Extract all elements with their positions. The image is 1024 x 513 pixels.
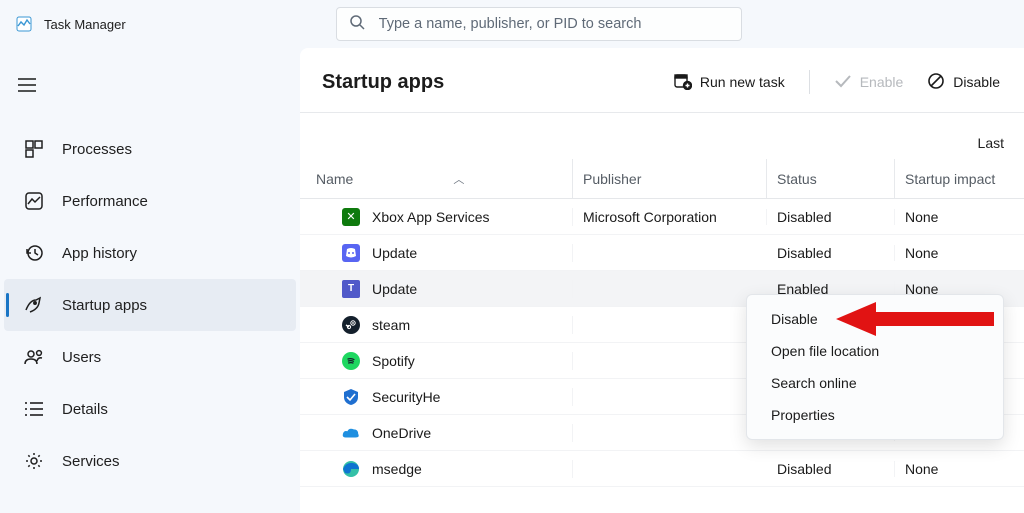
sidebar-item-performance[interactable]: Performance bbox=[4, 175, 296, 227]
cell-name: msedge bbox=[372, 461, 422, 477]
sidebar-item-label: Processes bbox=[62, 141, 132, 158]
onedrive-icon bbox=[342, 424, 360, 442]
app-icon bbox=[14, 14, 34, 34]
column-label: Status bbox=[777, 171, 817, 187]
column-header-status[interactable]: Status bbox=[767, 159, 895, 198]
users-icon bbox=[24, 348, 44, 366]
startup-icon bbox=[24, 296, 44, 314]
spotify-icon bbox=[342, 352, 360, 370]
column-label: Startup impact bbox=[905, 171, 995, 187]
table-row[interactable]: Update DisabledNone bbox=[300, 235, 1024, 271]
sidebar-item-startup-apps[interactable]: Startup apps bbox=[4, 279, 296, 331]
sidebar-item-label: Startup apps bbox=[62, 297, 147, 314]
cell-status: Disabled bbox=[767, 245, 895, 261]
cell-status: Disabled bbox=[767, 209, 895, 225]
cell-name: steam bbox=[372, 317, 410, 333]
table-row[interactable]: msedge DisabledNone bbox=[300, 451, 1024, 487]
disable-icon bbox=[927, 72, 945, 93]
last-label: Last bbox=[300, 113, 1024, 159]
cell-name: Update bbox=[372, 281, 417, 297]
sidebar-item-label: Services bbox=[62, 453, 120, 470]
column-label: Publisher bbox=[583, 171, 641, 187]
cell-status: Disabled bbox=[767, 461, 895, 477]
cell-name: Xbox App Services bbox=[372, 209, 490, 225]
sidebar-item-label: Performance bbox=[62, 193, 148, 210]
sort-caret-icon: ︿ bbox=[453, 171, 464, 187]
sidebar-item-processes[interactable]: Processes bbox=[4, 123, 296, 175]
context-menu-disable[interactable]: Disable bbox=[747, 303, 1003, 335]
edge-icon bbox=[342, 460, 360, 478]
sidebar-item-label: Details bbox=[62, 401, 108, 418]
cell-impact: None bbox=[895, 209, 1024, 225]
column-header-name[interactable]: Name ︿ bbox=[300, 159, 573, 198]
sidebar-item-label: Users bbox=[62, 349, 101, 366]
content-header: Startup apps Run new task Enable Disable bbox=[300, 48, 1024, 113]
context-menu: Disable Open file location Search online… bbox=[746, 294, 1004, 440]
button-label: Disable bbox=[953, 74, 1000, 90]
context-menu-open-file-location[interactable]: Open file location bbox=[747, 335, 1003, 367]
search-icon bbox=[349, 14, 365, 35]
column-header-impact[interactable]: Startup impact bbox=[895, 159, 1024, 198]
title-bar: Task Manager bbox=[0, 0, 1024, 48]
search-box[interactable] bbox=[336, 7, 742, 41]
toolbar: Run new task Enable Disable bbox=[674, 70, 1000, 94]
sidebar-item-label: App history bbox=[62, 245, 137, 262]
xbox-icon: ✕ bbox=[342, 208, 360, 226]
context-menu-search-online[interactable]: Search online bbox=[747, 367, 1003, 399]
context-menu-properties[interactable]: Properties bbox=[747, 399, 1003, 431]
cell-name: OneDrive bbox=[372, 425, 431, 441]
cell-publisher: Microsoft Corporation bbox=[573, 209, 767, 225]
cell-name: Update bbox=[372, 245, 417, 261]
cell-name: SecurityHe bbox=[372, 389, 440, 405]
grid-icon bbox=[24, 140, 44, 158]
table-header: Name ︿ Publisher Status Startup impact bbox=[300, 159, 1024, 199]
sidebar: Processes Performance App history Startu… bbox=[0, 48, 300, 513]
column-header-publisher[interactable]: Publisher bbox=[573, 159, 767, 198]
cell-impact: None bbox=[895, 245, 1024, 261]
app-title: Task Manager bbox=[44, 17, 126, 32]
sidebar-item-services[interactable]: Services bbox=[4, 435, 296, 487]
history-icon bbox=[24, 244, 44, 262]
shield-icon bbox=[342, 388, 360, 406]
sidebar-item-app-history[interactable]: App history bbox=[4, 227, 296, 279]
content-pane: Startup apps Run new task Enable Disable… bbox=[300, 48, 1024, 513]
discord-icon bbox=[342, 244, 360, 262]
enable-button: Enable bbox=[834, 74, 904, 91]
column-label: Name bbox=[316, 171, 353, 187]
search-input[interactable] bbox=[379, 16, 729, 32]
run-new-task-button[interactable]: Run new task bbox=[674, 72, 785, 93]
cell-name: Spotify bbox=[372, 353, 415, 369]
details-icon bbox=[24, 401, 44, 417]
sidebar-item-details[interactable]: Details bbox=[4, 383, 296, 435]
run-task-icon bbox=[674, 72, 692, 93]
toolbar-divider bbox=[809, 70, 810, 94]
steam-icon bbox=[342, 316, 360, 334]
hamburger-button[interactable] bbox=[0, 72, 300, 123]
button-label: Run new task bbox=[700, 74, 785, 90]
table-row[interactable]: ✕ Xbox App Services Microsoft CorporationD… bbox=[300, 199, 1024, 235]
page-title: Startup apps bbox=[322, 71, 444, 94]
button-label: Enable bbox=[860, 74, 904, 90]
teams-icon: T bbox=[342, 280, 360, 298]
gear-icon bbox=[24, 452, 44, 470]
cell-impact: None bbox=[895, 461, 1024, 477]
disable-button[interactable]: Disable bbox=[927, 72, 1000, 93]
check-icon bbox=[834, 74, 852, 91]
performance-icon bbox=[24, 192, 44, 210]
sidebar-item-users[interactable]: Users bbox=[4, 331, 296, 383]
